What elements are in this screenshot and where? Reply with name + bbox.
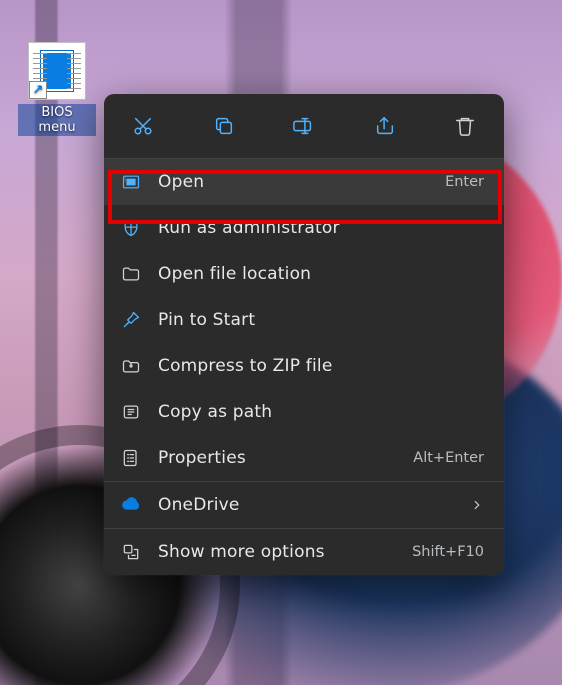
- copy-icon: [213, 115, 235, 137]
- delete-button[interactable]: [440, 104, 490, 148]
- share-button[interactable]: [360, 104, 410, 148]
- menu-item-accel: Alt+Enter: [413, 450, 484, 466]
- rename-icon: [292, 115, 316, 137]
- shield-icon: [120, 217, 142, 239]
- menu-item-label: Open: [158, 172, 429, 192]
- share-icon: [374, 115, 396, 137]
- cut-button[interactable]: [118, 104, 168, 148]
- menu-item-label: Pin to Start: [158, 310, 484, 330]
- menu-item-label: Run as administrator: [158, 218, 484, 238]
- menu-item-label: Show more options: [158, 542, 396, 562]
- context-menu: Open Enter Run as administrator Open fil…: [104, 94, 504, 575]
- menu-item-accel: Shift+F10: [412, 544, 484, 560]
- shortcut-file-icon: ↗: [28, 42, 86, 100]
- menu-item-onedrive[interactable]: OneDrive: [104, 482, 504, 528]
- menu-item-show-more[interactable]: Show more options Shift+F10: [104, 529, 504, 575]
- copy-path-icon: [120, 401, 142, 423]
- rename-button[interactable]: [279, 104, 329, 148]
- pin-icon: [120, 309, 142, 331]
- menu-item-label: OneDrive: [158, 495, 454, 515]
- menu-item-label: Properties: [158, 448, 397, 468]
- properties-icon: [120, 447, 142, 469]
- menu-item-copy-path[interactable]: Copy as path: [104, 389, 504, 435]
- delete-icon: [454, 115, 476, 137]
- chevron-right-icon: [470, 498, 484, 512]
- shortcut-arrow-badge: ↗: [29, 81, 47, 99]
- folder-icon: [120, 263, 142, 285]
- menu-item-run-as-admin[interactable]: Run as administrator: [104, 205, 504, 251]
- menu-item-label: Open file location: [158, 264, 484, 284]
- menu-item-compress-zip[interactable]: Compress to ZIP file: [104, 343, 504, 389]
- cut-icon: [132, 115, 154, 137]
- menu-item-pin-to-start[interactable]: Pin to Start: [104, 297, 504, 343]
- menu-item-open-location[interactable]: Open file location: [104, 251, 504, 297]
- menu-item-label: Compress to ZIP file: [158, 356, 484, 376]
- show-more-icon: [120, 541, 142, 563]
- menu-item-accel: Enter: [445, 174, 484, 190]
- open-icon: [120, 171, 142, 193]
- menu-item-open[interactable]: Open Enter: [104, 159, 504, 205]
- zip-icon: [120, 355, 142, 377]
- copy-button[interactable]: [199, 104, 249, 148]
- menu-item-properties[interactable]: Properties Alt+Enter: [104, 435, 504, 481]
- shortcut-label: BIOS menu: [18, 104, 96, 136]
- desktop-shortcut[interactable]: ↗ BIOS menu: [18, 42, 96, 136]
- onedrive-icon: [120, 494, 142, 516]
- menu-item-label: Copy as path: [158, 402, 484, 422]
- context-menu-action-row: [104, 94, 504, 158]
